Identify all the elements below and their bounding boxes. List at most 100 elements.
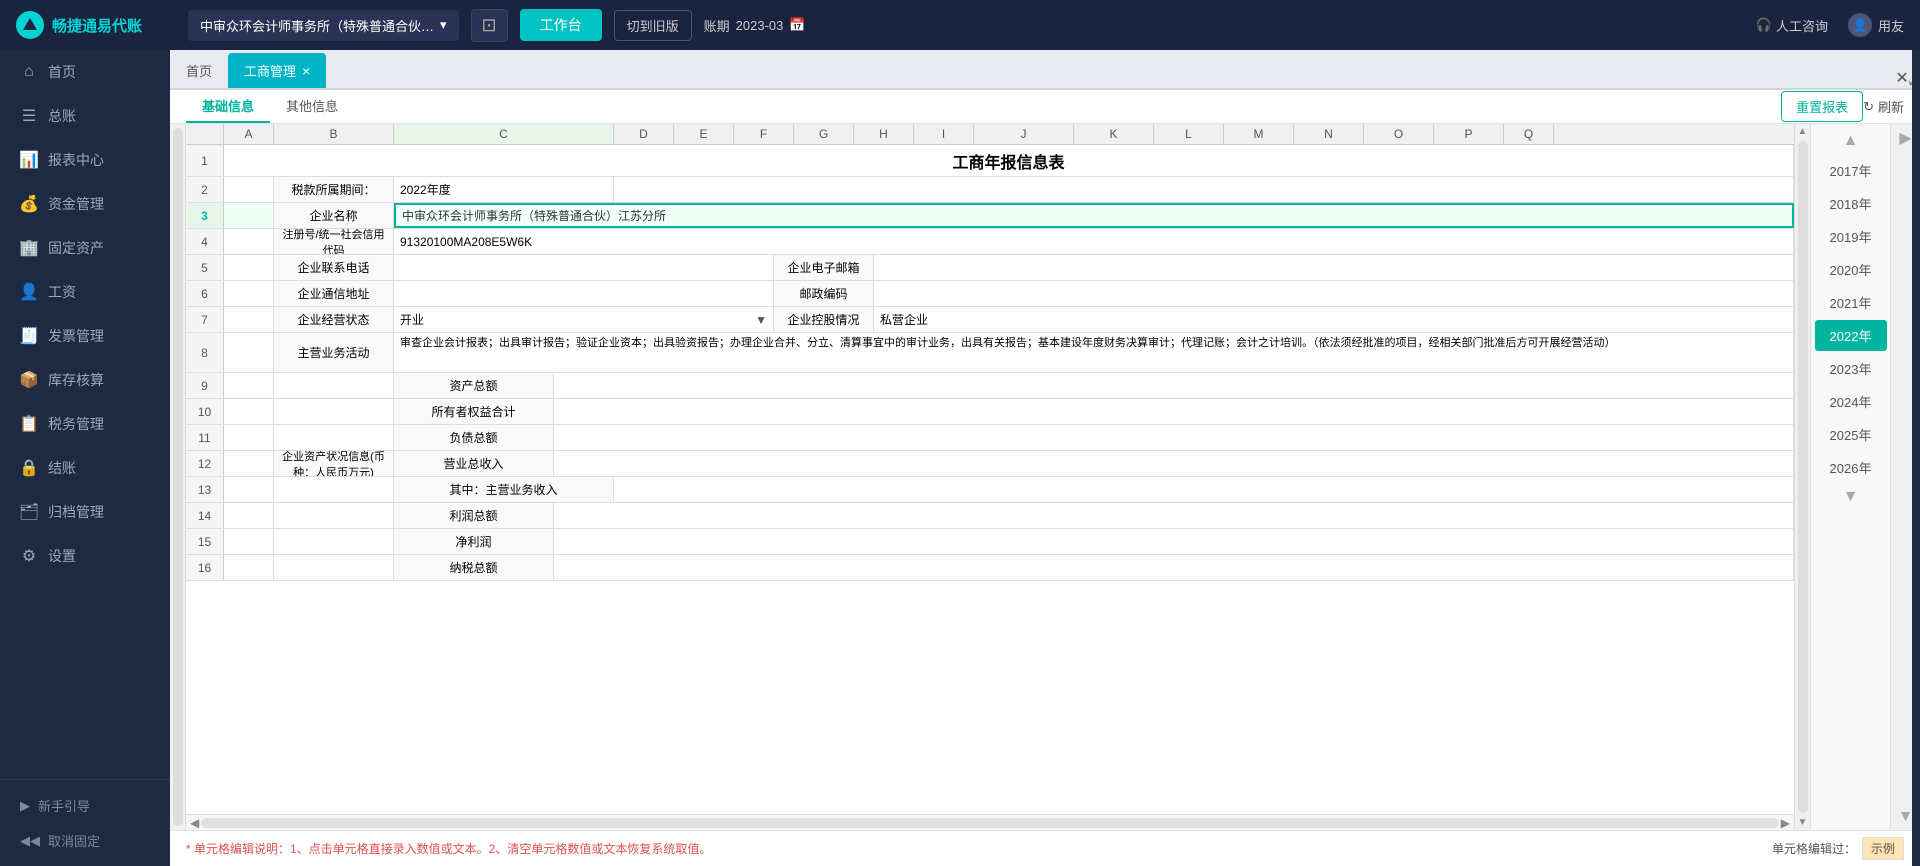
year-down-arrow[interactable]: ▼ (1839, 484, 1863, 510)
tab-business-mgmt[interactable]: 工商管理 × (228, 53, 326, 88)
sidebar-item-archive[interactable]: 🗂 归档管理 (0, 490, 170, 534)
cell-4a[interactable] (224, 229, 274, 254)
cell-12a[interactable] (224, 451, 274, 476)
reset-report-button[interactable]: 重置报表 (1781, 91, 1863, 122)
cell-11d[interactable] (554, 425, 1794, 450)
sidebar-item-fund[interactable]: 💰 资金管理 (0, 182, 170, 226)
cell-13a[interactable] (224, 477, 274, 502)
cell-15d[interactable] (554, 529, 1794, 554)
cell-16d[interactable] (554, 555, 1794, 580)
cell-12d[interactable] (554, 451, 1794, 476)
cell-11a[interactable] (224, 425, 274, 450)
sidebar-item-ledger[interactable]: ☰ 总账 (0, 94, 170, 138)
company-selector[interactable]: 中审众环会计师事务所（特殊普通合伙… ▾ (188, 10, 459, 41)
cell-9a[interactable] (224, 373, 274, 398)
year-item-2024[interactable]: 2024年 (1815, 386, 1887, 417)
cell-3c-selected[interactable]: 中审众环会计师事务所（特殊普通合伙）江苏分所 (394, 203, 1794, 228)
cell-9d[interactable] (554, 373, 1794, 398)
cell-2d-rest[interactable] (614, 177, 1794, 202)
sidebar-item-home[interactable]: ⌂ 首页 (0, 50, 170, 94)
cell-7a[interactable] (224, 307, 274, 332)
v-scroll-track[interactable] (1798, 141, 1808, 813)
right-collapse-arrow[interactable]: ▶ (1899, 128, 1911, 148)
cell-5k[interactable] (874, 255, 1794, 280)
cell-5c[interactable] (394, 255, 774, 280)
cell-4c[interactable]: 91320100MA208E5W6K (394, 229, 1794, 254)
sidebar-item-report[interactable]: 📊 报表中心 (0, 138, 170, 182)
sidebar-bottom: ▶ 新手引导 ◀◀ 取消固定 (0, 779, 170, 866)
window-close-button[interactable]: ✕ (1895, 68, 1908, 88)
table-row: 11 负债总额 (186, 425, 1794, 451)
row-num-10: 10 (186, 399, 224, 424)
col-header-f: F (734, 124, 794, 144)
cell-14d[interactable] (554, 503, 1794, 528)
scroll-right-arrow[interactable]: ▶ (1779, 816, 1792, 830)
copy-button[interactable]: ⊡ (471, 9, 508, 42)
horizontal-scrollbar[interactable]: ◀ ▶ (186, 814, 1794, 830)
cell-11b[interactable] (274, 425, 394, 450)
cell-3a[interactable] (224, 203, 274, 228)
year-up-arrow[interactable]: ▲ (1839, 128, 1863, 154)
sidebar-item-unpin[interactable]: ◀◀ 取消固定 (0, 823, 170, 858)
scroll-down-arrow[interactable]: ▼ (1796, 815, 1810, 830)
year-item-2019[interactable]: 2019年 (1815, 221, 1887, 252)
col-header-n: N (1294, 124, 1364, 144)
cell-10b[interactable] (274, 399, 394, 424)
sidebar-item-salary[interactable]: 👤 工资 (0, 270, 170, 314)
scroll-left-arrow[interactable]: ◀ (188, 816, 201, 830)
user-info[interactable]: 👤 用友 (1848, 13, 1904, 37)
year-item-2018[interactable]: 2018年 (1815, 188, 1887, 219)
calendar-icon[interactable]: 📅 (789, 17, 805, 33)
year-item-2023[interactable]: 2023年 (1815, 353, 1887, 384)
cell-7k[interactable]: 私营企业 (874, 307, 1794, 332)
sidebar-item-close[interactable]: 🔒 结账 (0, 446, 170, 490)
col-header-h: H (854, 124, 914, 144)
tab-home[interactable]: 首页 (170, 53, 228, 88)
sidebar-item-asset[interactable]: 🏢 固定资产 (0, 226, 170, 270)
cell-13b[interactable] (274, 477, 394, 502)
year-item-2020[interactable]: 2020年 (1815, 254, 1887, 285)
sub-tab-other[interactable]: 其他信息 (270, 90, 354, 123)
sheet-scroll[interactable]: 1 工商年报信息表 2 税款所属期间： 2022年度 (186, 145, 1794, 814)
cell-6k[interactable] (874, 281, 1794, 306)
sidebar-item-inventory[interactable]: 📦 库存核算 (0, 358, 170, 402)
cell-10a[interactable] (224, 399, 274, 424)
refresh-button[interactable]: ↻ 刷新 (1863, 97, 1904, 116)
cell-6c[interactable] (394, 281, 774, 306)
year-item-2022[interactable]: 2022年 (1815, 320, 1887, 351)
old-version-button[interactable]: 切到旧版 (614, 10, 692, 41)
sidebar-item-newhand[interactable]: ▶ 新手引导 (0, 788, 170, 823)
tab-close-button[interactable]: × (302, 63, 310, 79)
cell-2c[interactable]: 2022年度 (394, 177, 614, 202)
year-item-2025[interactable]: 2025年 (1815, 419, 1887, 450)
cell-13d[interactable] (614, 477, 1794, 502)
year-item-2017[interactable]: 2017年 (1815, 155, 1887, 186)
cell-15b[interactable] (274, 529, 394, 554)
cell-10d[interactable] (554, 399, 1794, 424)
cell-14b[interactable] (274, 503, 394, 528)
vertical-scrollbar[interactable]: ▲ ▼ (1794, 124, 1810, 830)
sidebar-item-tax[interactable]: 📋 税务管理 (0, 402, 170, 446)
cell-16a[interactable] (224, 555, 274, 580)
scroll-up-arrow[interactable]: ▲ (1796, 124, 1810, 139)
sidebar-item-settings[interactable]: ⚙ 设置 (0, 534, 170, 578)
year-item-2021[interactable]: 2021年 (1815, 287, 1887, 318)
year-item-2026[interactable]: 2026年 (1815, 452, 1887, 483)
cell-7c[interactable]: 开业 ▼ (394, 307, 774, 332)
cell-5a[interactable] (224, 255, 274, 280)
workbench-button[interactable]: 工作台 (520, 9, 602, 41)
cell-8c[interactable]: 审查企业会计报表；出具审计报告；验证企业资本；出具验资报告；办理企业合并、分立、… (394, 333, 1794, 372)
scroll-track[interactable] (201, 818, 1779, 828)
cell-14a[interactable] (224, 503, 274, 528)
table-row: 7 企业经营状态 开业 ▼ 企业控股情况 私营企业 (186, 307, 1794, 333)
cell-title[interactable]: 工商年报信息表 (224, 145, 1794, 176)
cell-16b[interactable] (274, 555, 394, 580)
sub-tab-basic[interactable]: 基础信息 (186, 90, 270, 123)
cell-2a[interactable] (224, 177, 274, 202)
cell-6a[interactable] (224, 281, 274, 306)
consulting-button[interactable]: 🎧 人工咨询 (1756, 16, 1828, 35)
cell-9b[interactable] (274, 373, 394, 398)
sidebar-item-invoice[interactable]: 🧾 发票管理 (0, 314, 170, 358)
cell-15a[interactable] (224, 529, 274, 554)
cell-8a[interactable] (224, 333, 274, 372)
